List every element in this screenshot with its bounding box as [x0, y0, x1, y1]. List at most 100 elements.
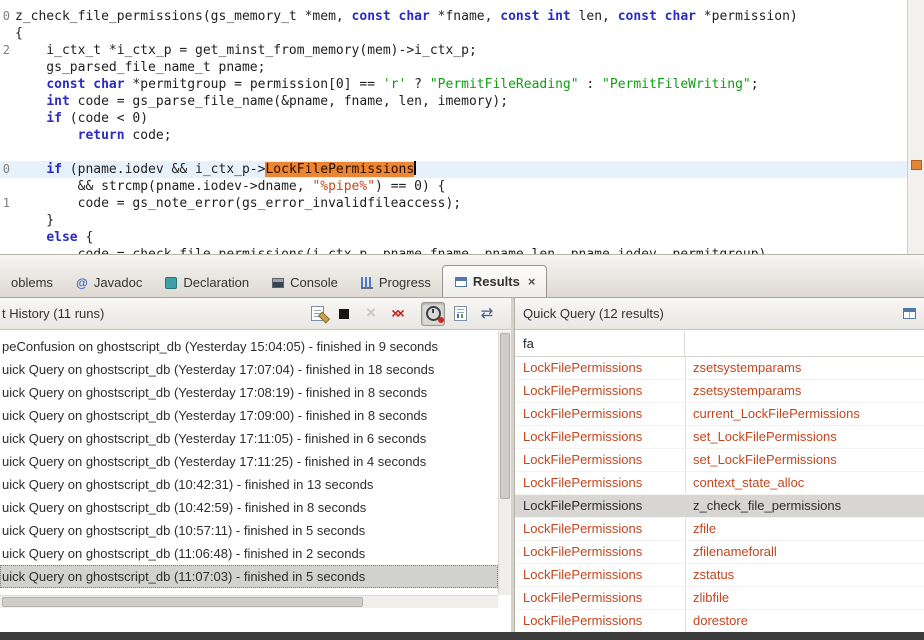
results-row[interactable]: LockFilePermissions zlibfile [515, 587, 924, 610]
occurrence-marker-icon[interactable] [911, 160, 922, 170]
result-source-cell[interactable]: LockFilePermissions [515, 587, 685, 609]
result-source-cell[interactable]: LockFilePermissions [515, 449, 685, 471]
code-token: && strcmp(pname.iodev->dname, [15, 179, 313, 194]
stop-icon [339, 308, 349, 319]
result-source-cell[interactable]: LockFilePermissions [515, 426, 685, 448]
history-run-item[interactable]: uick Query on ghostscript_db (Yesterday … [0, 450, 498, 473]
result-target-cell[interactable]: z_check_file_permissions [685, 495, 924, 517]
code-line[interactable] [0, 144, 907, 161]
history-run-item[interactable]: uick Query on ghostscript_db (Yesterday … [0, 427, 498, 450]
results-row[interactable]: LockFilePermissions set_LockFilePermissio… [515, 449, 924, 472]
code-line[interactable]: 0 z_check_file_permissions(gs_memory_t *m… [0, 8, 907, 25]
tab-oblems[interactable]: oblems [0, 268, 64, 297]
result-target-cell[interactable]: context_state_alloc [685, 472, 924, 494]
edit-query-button[interactable] [305, 302, 329, 326]
code-line[interactable]: code = check_file_permissions(i_ctx_p, p… [0, 246, 907, 254]
code-line[interactable]: 2 i_ctx_t *i_ctx_p = get_minst_from_memo… [0, 42, 907, 59]
results-row[interactable]: LockFilePermissions zsetsystemparams [515, 380, 924, 403]
results-row[interactable]: LockFilePermissions zsetsystemparams [515, 357, 924, 380]
code-line[interactable]: return code; [0, 127, 907, 144]
delete-run-icon [366, 304, 376, 323]
history-horizontal-scrollbar[interactable] [0, 595, 498, 608]
result-target-cell[interactable]: set_LockFilePermissions [685, 449, 924, 471]
results-row[interactable]: LockFilePermissions zstatus [515, 564, 924, 587]
code-line[interactable]: 1 code = gs_note_error(gs_error_invalidf… [0, 195, 907, 212]
results-filter-input[interactable]: fa [515, 331, 685, 356]
results-row[interactable]: LockFilePermissions set_LockFilePermissio… [515, 426, 924, 449]
tab-label: Javadoc [93, 275, 143, 290]
code-token: len, [570, 9, 618, 24]
results-row[interactable]: LockFilePermissions current_LockFilePermi… [515, 403, 924, 426]
result-source-cell[interactable]: LockFilePermissions [515, 541, 685, 563]
code-line[interactable]: else { [0, 229, 907, 246]
code-lines[interactable]: 0 z_check_file_permissions(gs_memory_t *m… [0, 8, 907, 254]
history-run-item[interactable]: uick Query on ghostscript_db (10:42:31) … [0, 473, 498, 496]
delete-all-runs-button[interactable] [386, 302, 410, 326]
history-vertical-scrollbar[interactable] [498, 331, 511, 595]
recent-runs-toggle-button[interactable] [421, 301, 445, 326]
result-target-cell[interactable]: zsetsystemparams [685, 380, 924, 402]
result-target-cell[interactable]: set_LockFilePermissions [685, 426, 924, 448]
code-line[interactable]: } [0, 212, 907, 229]
results-row[interactable]: LockFilePermissions zfilenameforall [515, 541, 924, 564]
results-row[interactable]: LockFilePermissions zfile [515, 518, 924, 541]
report-button[interactable] [448, 302, 472, 326]
scrollbar-thumb[interactable] [500, 333, 510, 499]
result-source-cell[interactable]: LockFilePermissions [515, 564, 685, 586]
close-tab-icon[interactable]: × [528, 275, 536, 288]
text-caret [414, 161, 417, 175]
result-source-cell[interactable]: LockFilePermissions [515, 380, 685, 402]
history-run-item[interactable]: uick Query on ghostscript_db (10:57:11) … [0, 519, 498, 542]
result-target-cell[interactable]: zfile [685, 518, 924, 540]
tab-results[interactable]: Results × [441, 265, 548, 297]
recent-runs-toggle-icon [425, 306, 444, 323]
history-run-item[interactable]: uick Query on ghostscript_db (11:07:03) … [0, 565, 498, 588]
results-row[interactable]: LockFilePermissions context_state_alloc [515, 472, 924, 495]
code-line[interactable]: int code = gs_parse_file_name(&pname, fn… [0, 93, 907, 110]
results-panel-header: Quick Query (12 results) [515, 298, 924, 330]
result-target-cell[interactable]: zstatus [685, 564, 924, 586]
tab-declaration[interactable]: Declaration [153, 268, 260, 297]
result-target-cell[interactable]: zfilenameforall [685, 541, 924, 563]
result-source-cell[interactable]: LockFilePermissions [515, 472, 685, 494]
javadoc-icon [75, 276, 89, 290]
code-token: *permission) [695, 9, 798, 24]
code-token: (pname.iodev && i_ctx_p-> [61, 162, 266, 177]
result-source-cell[interactable]: LockFilePermissions [515, 610, 685, 632]
code-line[interactable]: { [0, 25, 907, 42]
scrollbar-thumb[interactable] [2, 597, 363, 607]
tab-label: Results [472, 274, 520, 289]
history-run-item[interactable]: uick Query on ghostscript_db (10:42:59) … [0, 496, 498, 519]
tab-console[interactable]: Console [260, 268, 349, 297]
overview-ruler[interactable] [907, 0, 924, 254]
result-target-cell[interactable]: current_LockFilePermissions [685, 403, 924, 425]
history-run-item[interactable]: uick Query on ghostscript_db (11:06:48) … [0, 542, 498, 565]
code-editor[interactable]: 0 z_check_file_permissions(gs_memory_t *m… [0, 0, 924, 254]
history-run-item[interactable]: peConfusion on ghostscript_db (Yesterday… [0, 335, 498, 358]
results-row[interactable]: LockFilePermissions dorestore [515, 610, 924, 632]
code-line[interactable]: 0 if (pname.iodev && i_ctx_p->LockFilePe… [0, 161, 907, 178]
result-source-cell[interactable]: LockFilePermissions [515, 518, 685, 540]
delete-run-button[interactable] [359, 302, 383, 326]
result-target-cell[interactable]: dorestore [685, 610, 924, 632]
tab-progress[interactable]: Progress [349, 268, 442, 297]
code-line[interactable]: const char *permitgroup = permission[0] … [0, 76, 907, 93]
result-source-cell[interactable]: LockFilePermissions [515, 495, 685, 517]
result-source-cell[interactable]: LockFilePermissions [515, 357, 685, 379]
code-token: const [500, 9, 540, 24]
history-run-item[interactable]: uick Query on ghostscript_db (Yesterday … [0, 381, 498, 404]
stop-button[interactable] [332, 302, 356, 326]
result-target-cell[interactable]: zsetsystemparams [685, 357, 924, 379]
result-source-cell[interactable]: LockFilePermissions [515, 403, 685, 425]
results-row[interactable]: LockFilePermissions z_check_file_permissi… [515, 495, 924, 518]
code-line[interactable]: gs_parsed_file_name_t pname; [0, 59, 907, 76]
history-run-item[interactable]: uick Query on ghostscript_db (Yesterday … [0, 358, 498, 381]
results-table-icon[interactable] [903, 308, 916, 319]
code-line[interactable]: if (code < 0) [0, 110, 907, 127]
result-target-cell[interactable]: zlibfile [685, 587, 924, 609]
compare-button[interactable] [475, 302, 499, 326]
tab-javadoc[interactable]: Javadoc [64, 268, 153, 297]
code-line[interactable]: && strcmp(pname.iodev->dname, "%pipe%") … [0, 178, 907, 195]
history-run-item[interactable]: uick Query on ghostscript_db (Yesterday … [0, 404, 498, 427]
